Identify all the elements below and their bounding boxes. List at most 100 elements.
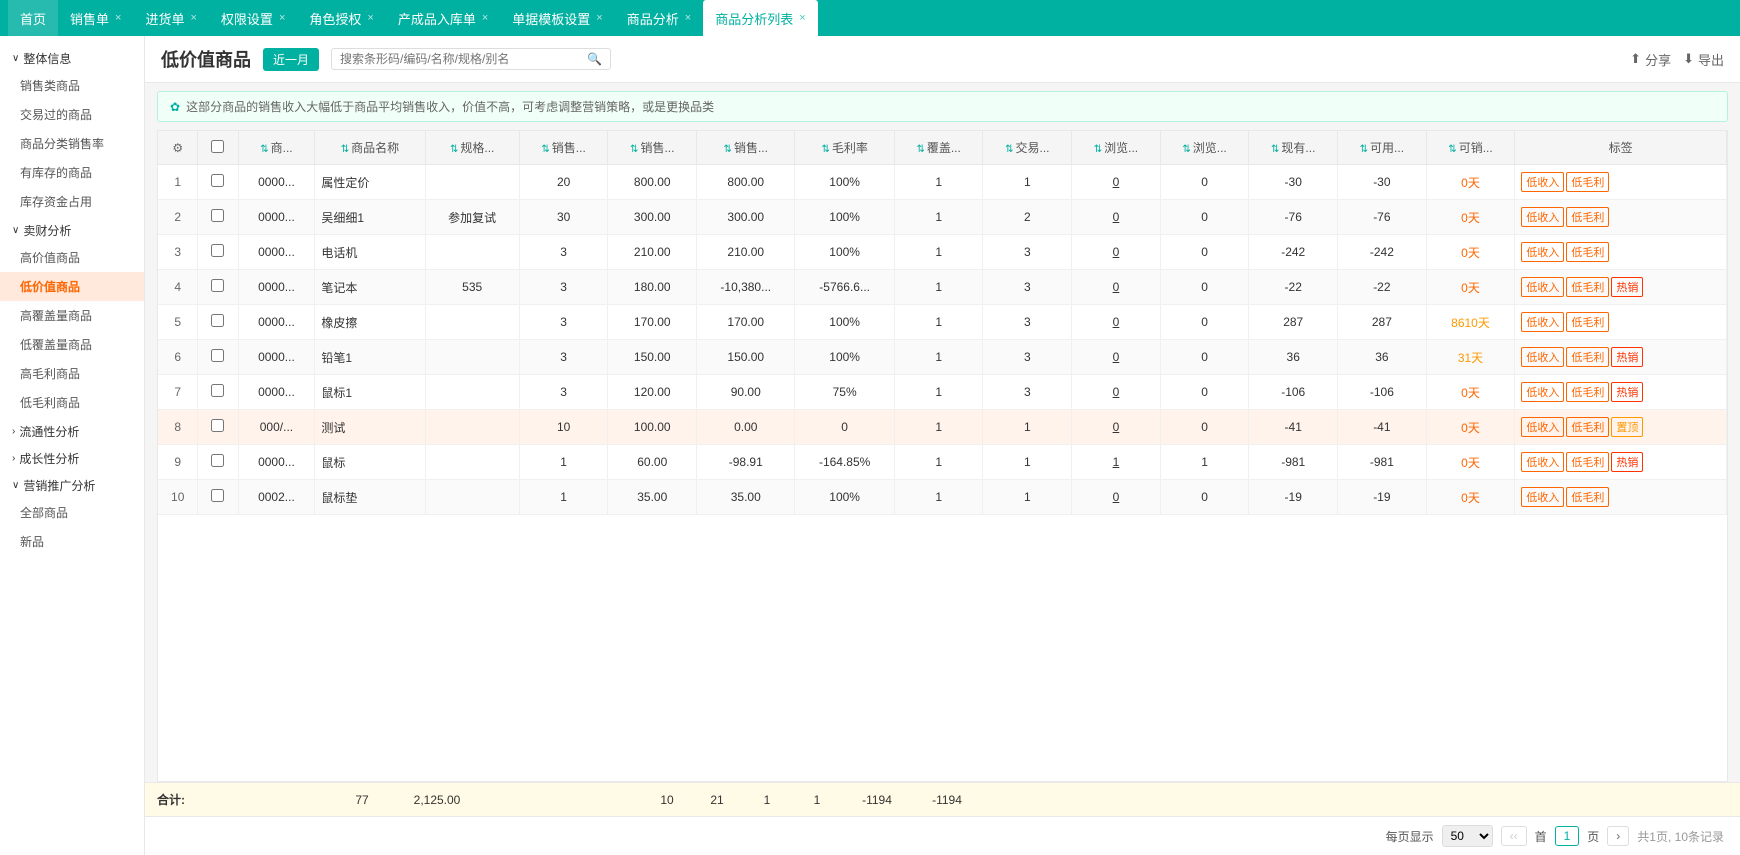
per-page-select[interactable]: 50 100 [1442, 825, 1493, 847]
sidebar-item-traded-products[interactable]: 交易过的商品 [0, 100, 144, 129]
row-name[interactable]: 电话机 [315, 235, 425, 270]
row-checkbox-cell[interactable] [198, 270, 238, 305]
row-checkbox[interactable] [211, 419, 224, 432]
close-icon[interactable]: × [482, 12, 488, 24]
sidebar-item-high-coverage[interactable]: 高覆盖量商品 [0, 301, 144, 330]
nav-tab-product-analysis[interactable]: 商品分析 × [615, 0, 703, 36]
th-saleable-days[interactable]: ⇅可销... [1426, 131, 1515, 165]
row-checkbox-cell[interactable] [198, 340, 238, 375]
th-coverage[interactable]: ⇅覆盖... [894, 131, 983, 165]
sidebar-item-high-value[interactable]: 高价值商品 [0, 243, 144, 272]
row-checkbox[interactable] [211, 314, 224, 327]
row-checkbox[interactable] [211, 174, 224, 187]
sidebar-item-new-products[interactable]: 新品 [0, 527, 144, 556]
row-checkbox-cell[interactable] [198, 375, 238, 410]
row-name[interactable]: 橡皮擦 [315, 305, 425, 340]
nav-home[interactable]: 首页 [8, 0, 58, 36]
th-code[interactable]: ⇅商... [238, 131, 315, 165]
th-available-stock[interactable]: ⇅可用... [1338, 131, 1427, 165]
sidebar-item-inventory-products[interactable]: 有库存的商品 [0, 158, 144, 187]
nav-tab-product-inbound[interactable]: 产成品入库单 × [386, 0, 500, 36]
th-gross-margin[interactable]: ⇅毛利率 [795, 131, 894, 165]
th-spec[interactable]: ⇅规格... [425, 131, 519, 165]
row-name[interactable]: 笔记本 [315, 270, 425, 305]
sidebar-item-low-margin[interactable]: 低毛利商品 [0, 388, 144, 417]
settings-icon[interactable]: ⚙ [172, 141, 183, 155]
row-views1[interactable]: 1 [1072, 445, 1161, 480]
close-icon[interactable]: × [367, 12, 373, 24]
th-transactions[interactable]: ⇅交易... [983, 131, 1072, 165]
nav-tab-role-auth[interactable]: 角色授权 × [297, 0, 385, 36]
row-name[interactable]: 铅笔1 [315, 340, 425, 375]
row-views1[interactable]: 0 [1072, 235, 1161, 270]
sidebar-item-all-products[interactable]: 全部商品 [0, 498, 144, 527]
close-icon[interactable]: × [190, 12, 196, 24]
row-checkbox[interactable] [211, 489, 224, 502]
row-views1[interactable]: 0 [1072, 340, 1161, 375]
sidebar-group-liquidity[interactable]: › 流通性分析 [0, 417, 144, 444]
row-checkbox[interactable] [211, 279, 224, 292]
next-page-button[interactable]: › [1607, 826, 1629, 846]
sidebar-item-low-value[interactable]: 低价值商品 [0, 272, 144, 301]
sidebar-group-finance[interactable]: ∨ 卖财分析 [0, 216, 144, 243]
sidebar-item-high-margin[interactable]: 高毛利商品 [0, 359, 144, 388]
th-sales-profit[interactable]: ⇅销售... [697, 131, 795, 165]
period-button[interactable]: 近一月 [263, 48, 319, 71]
first-page-button[interactable]: ‹‹ [1501, 826, 1527, 846]
row-checkbox-cell[interactable] [198, 480, 238, 515]
row-views1[interactable]: 0 [1072, 165, 1161, 200]
close-icon[interactable]: × [596, 12, 602, 24]
search-input[interactable] [340, 52, 587, 66]
row-name[interactable]: 吴细细1 [315, 200, 425, 235]
th-checkbox[interactable] [198, 131, 238, 165]
row-checkbox-cell[interactable] [198, 235, 238, 270]
th-sales-qty[interactable]: ⇅销售... [519, 131, 608, 165]
nav-tab-product-analysis-list[interactable]: 商品分析列表 × [703, 0, 817, 36]
row-name[interactable]: 鼠标垫 [315, 480, 425, 515]
th-views1[interactable]: ⇅浏览... [1072, 131, 1161, 165]
sidebar-group-overview[interactable]: ∨ 整体信息 [0, 44, 144, 71]
nav-tab-template-settings[interactable]: 单据模板设置 × [500, 0, 614, 36]
nav-tab-purchase-order[interactable]: 进货单 × [133, 0, 208, 36]
row-name[interactable]: 测试 [315, 410, 425, 445]
row-checkbox[interactable] [211, 244, 224, 257]
sidebar-group-growth[interactable]: › 成长性分析 [0, 444, 144, 471]
th-current-stock[interactable]: ⇅现有... [1249, 131, 1338, 165]
nav-tab-sales-order[interactable]: 销售单 × [58, 0, 133, 36]
row-name[interactable]: 鼠标 [315, 445, 425, 480]
sidebar-item-sales-products[interactable]: 销售类商品 [0, 71, 144, 100]
select-all-checkbox[interactable] [211, 140, 224, 153]
close-icon[interactable]: × [115, 12, 121, 24]
sidebar-item-inventory-capital[interactable]: 库存资金占用 [0, 187, 144, 216]
row-checkbox-cell[interactable] [198, 200, 238, 235]
row-checkbox[interactable] [211, 349, 224, 362]
row-views1[interactable]: 0 [1072, 200, 1161, 235]
row-checkbox-cell[interactable] [198, 410, 238, 445]
row-checkbox[interactable] [211, 209, 224, 222]
row-name[interactable]: 属性定价 [315, 165, 425, 200]
close-icon[interactable]: × [685, 12, 691, 24]
row-checkbox-cell[interactable] [198, 165, 238, 200]
data-table-wrapper[interactable]: ⚙ ⇅商... ⇅商品名称 ⇅规格... ⇅销售... ⇅销售... ⇅销售..… [157, 130, 1728, 782]
th-name[interactable]: ⇅商品名称 [315, 131, 425, 165]
row-views1[interactable]: 0 [1072, 375, 1161, 410]
sidebar-group-marketing[interactable]: ∨ 营销推广分析 [0, 471, 144, 498]
row-checkbox[interactable] [211, 454, 224, 467]
export-button[interactable]: ⬇ 导出 [1683, 50, 1724, 69]
row-checkbox-cell[interactable] [198, 305, 238, 340]
sidebar-item-low-coverage[interactable]: 低覆盖量商品 [0, 330, 144, 359]
th-sales-amount[interactable]: ⇅销售... [608, 131, 697, 165]
row-views1[interactable]: 0 [1072, 480, 1161, 515]
row-views1[interactable]: 0 [1072, 270, 1161, 305]
sidebar-item-category-sales-rate[interactable]: 商品分类销售率 [0, 129, 144, 158]
row-views1[interactable]: 0 [1072, 410, 1161, 445]
row-checkbox[interactable] [211, 384, 224, 397]
share-button[interactable]: ⬆ 分享 [1630, 50, 1671, 69]
nav-tab-permissions[interactable]: 权限设置 × [209, 0, 297, 36]
th-settings[interactable]: ⚙ [158, 131, 198, 165]
close-icon[interactable]: × [279, 12, 285, 24]
th-views2[interactable]: ⇅浏览... [1160, 131, 1249, 165]
row-views1[interactable]: 0 [1072, 305, 1161, 340]
close-icon[interactable]: × [799, 12, 805, 24]
row-name[interactable]: 鼠标1 [315, 375, 425, 410]
